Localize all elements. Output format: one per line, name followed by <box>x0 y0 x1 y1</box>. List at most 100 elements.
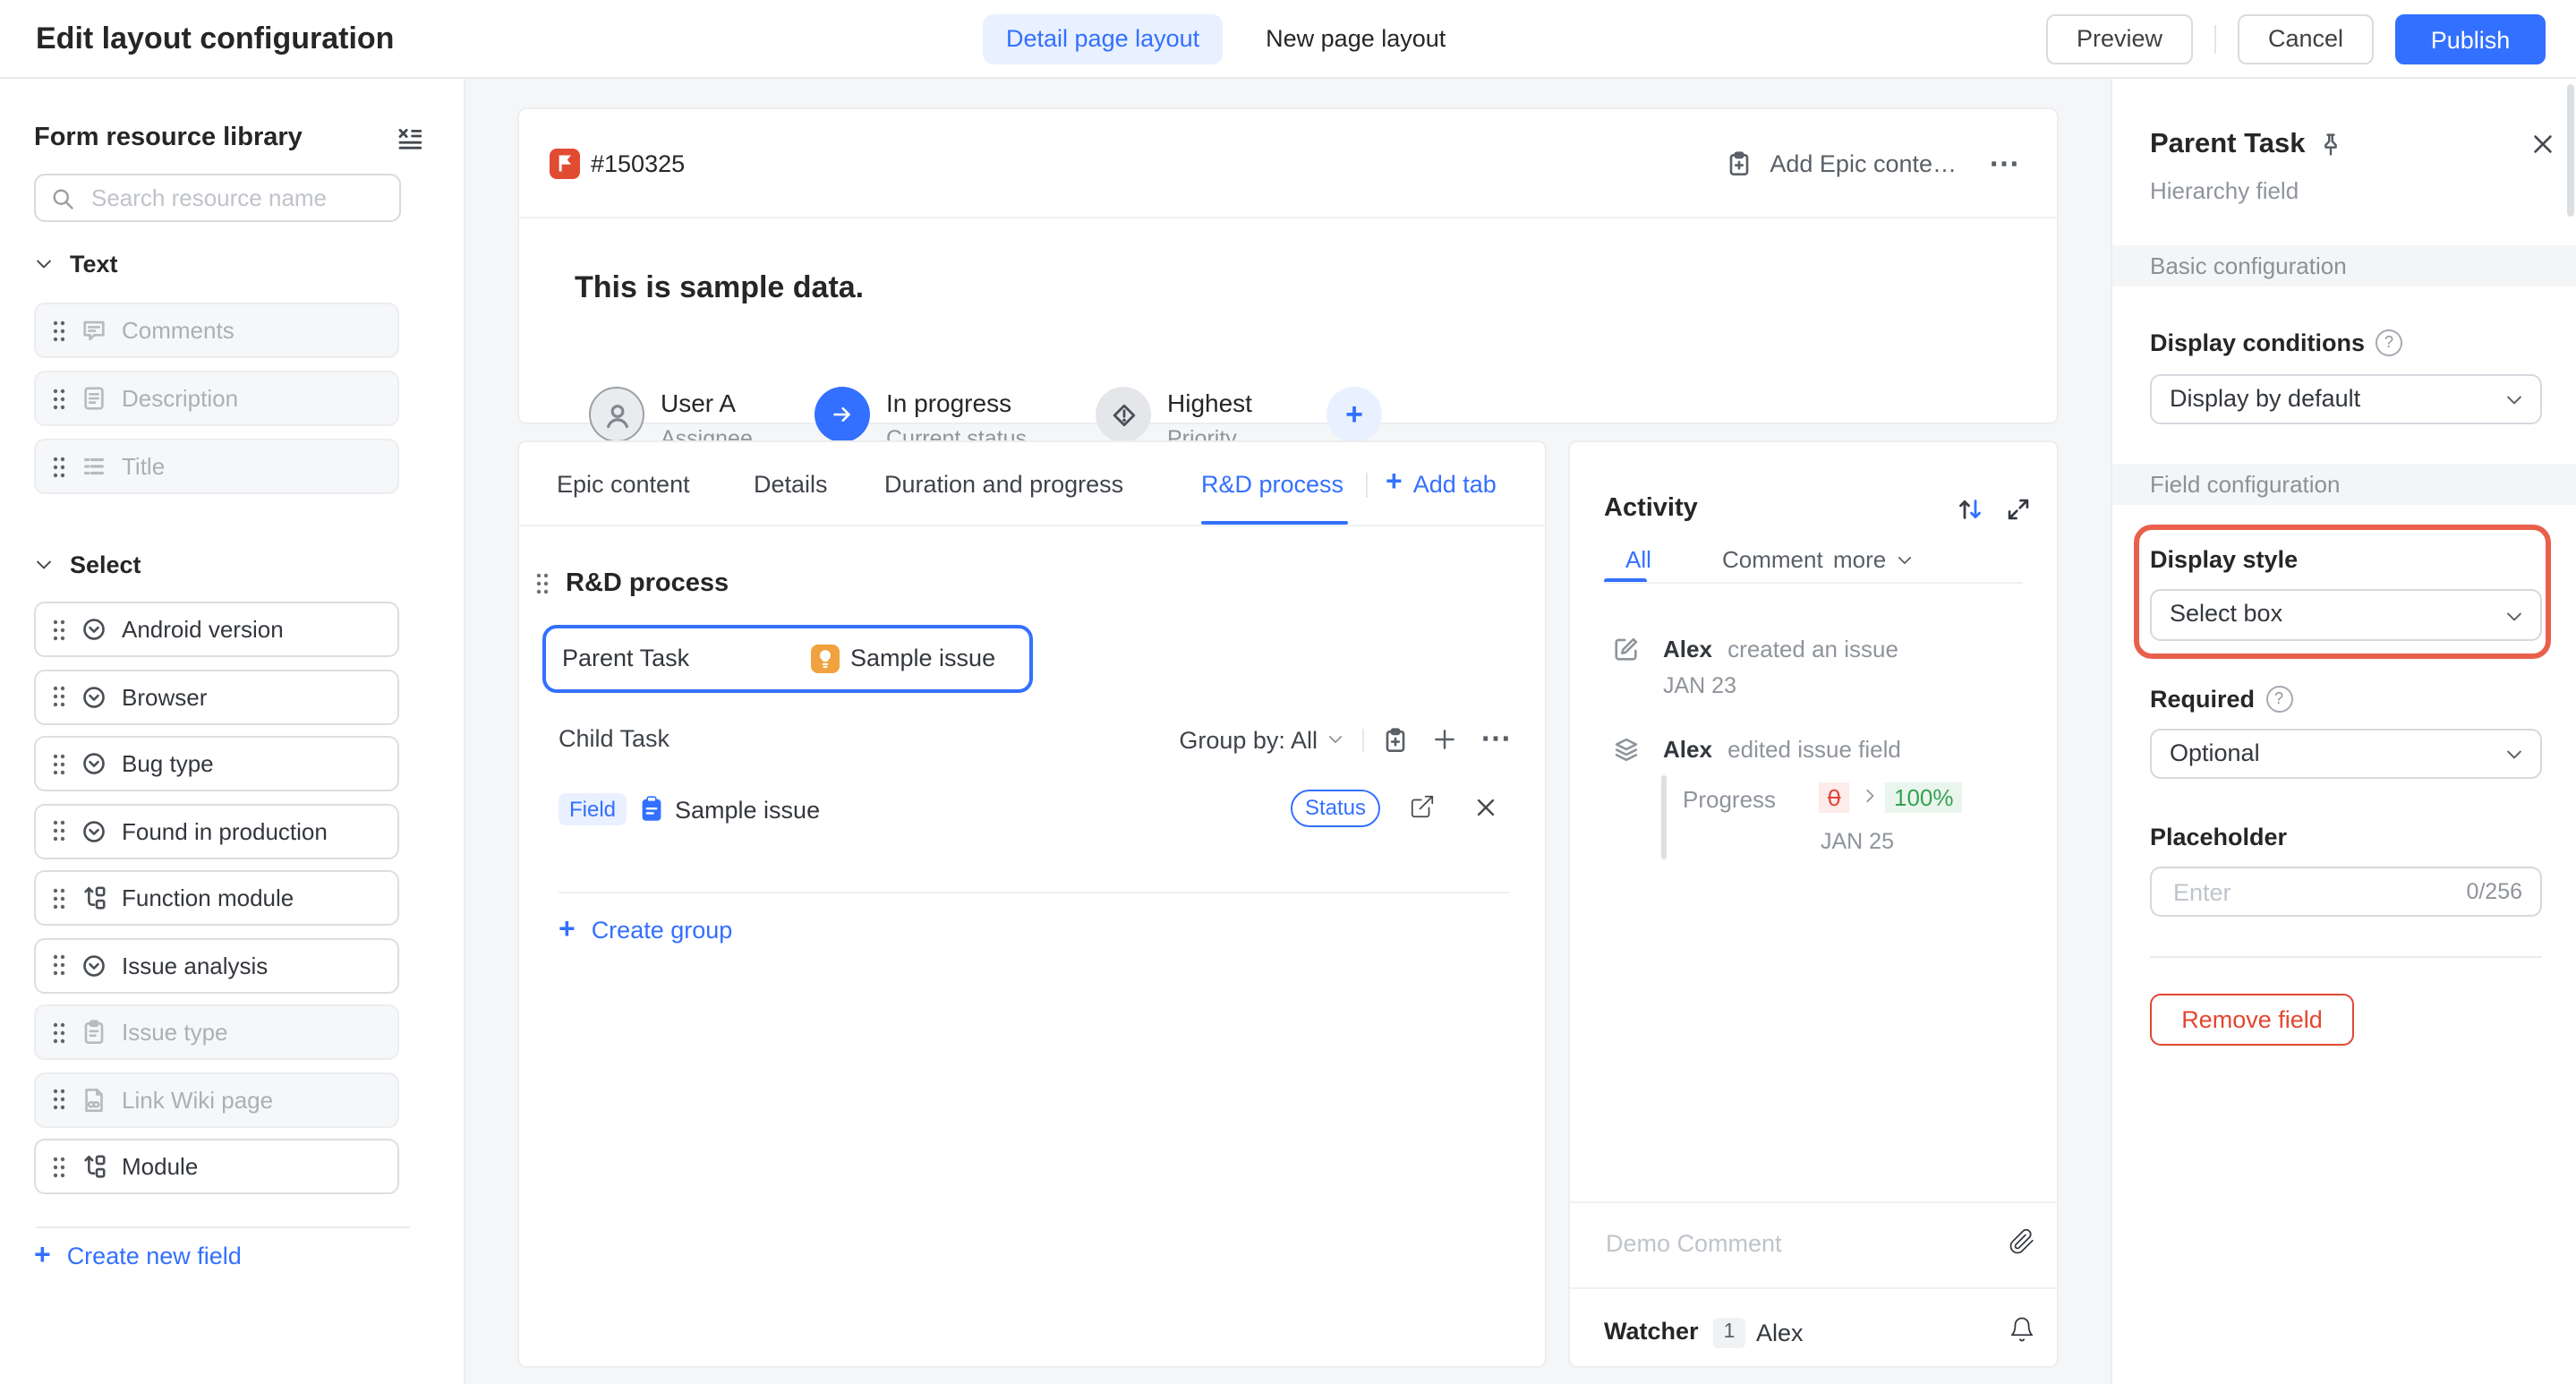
drag-handle-icon[interactable] <box>50 953 68 978</box>
more-actions-icon[interactable]: ⋯ <box>1989 146 2021 182</box>
status-tag[interactable]: Status <box>1291 790 1380 827</box>
library-field-link-wiki-page[interactable]: Link Wiki page <box>34 1072 399 1127</box>
drag-handle-icon[interactable] <box>50 885 68 910</box>
library-field-description[interactable]: Description <box>34 371 399 426</box>
library-field-title[interactable]: Title <box>34 439 399 494</box>
section-title: R&D process <box>566 569 729 598</box>
event-text: Alex created an issue <box>1663 636 1898 662</box>
drag-handle-icon[interactable] <box>50 751 68 776</box>
activity-tab-all[interactable]: All <box>1625 546 1651 573</box>
parent-task-label: Parent Task <box>562 645 690 671</box>
activity-tab-comment[interactable]: Comment <box>1722 546 1823 573</box>
open-external-icon[interactable] <box>1409 793 1436 820</box>
preview-button[interactable]: Preview <box>2046 13 2193 64</box>
issue-title: This is sample data. <box>575 270 865 304</box>
sort-order-icon[interactable] <box>1957 496 1983 523</box>
add-tab-button[interactable]: + Add tab <box>1386 467 1497 498</box>
bell-icon[interactable] <box>2009 1316 2035 1343</box>
create-new-field-link[interactable]: + Create new field <box>34 1241 242 1269</box>
status-value: In progress <box>886 389 1012 417</box>
help-icon[interactable]: ? <box>2376 329 2403 356</box>
add-icon[interactable] <box>1432 727 1457 752</box>
parent-task-field-selected[interactable]: Parent Task Sample issue <box>542 625 1033 693</box>
plus-icon: + <box>1386 467 1403 498</box>
tab-rd-process[interactable]: R&D process <box>1201 471 1343 498</box>
close-panel-icon[interactable] <box>2529 131 2556 158</box>
placeholder-input[interactable] <box>2170 876 2445 907</box>
activity-tab-more[interactable]: more <box>1833 546 1913 573</box>
library-field-comments[interactable]: Comments <box>34 303 399 358</box>
drag-handle-icon[interactable] <box>50 1020 68 1045</box>
drag-handle-icon[interactable] <box>50 318 68 343</box>
tab-new-page-layout[interactable]: New page layout <box>1266 25 1446 52</box>
select-field-icon <box>83 619 105 640</box>
drag-handle-icon[interactable] <box>50 617 68 642</box>
issue-clipboard-icon <box>637 795 666 824</box>
group-by-control[interactable]: Group by: All <box>1179 726 1318 753</box>
remove-row-icon[interactable] <box>1473 795 1498 820</box>
display-style-select[interactable]: Select box <box>2150 589 2542 641</box>
chevron-down-icon[interactable] <box>1326 730 1344 748</box>
event-detail-bar <box>1661 775 1666 859</box>
cancel-button[interactable]: Cancel <box>2238 13 2374 64</box>
group-header-text[interactable]: Text <box>34 251 118 278</box>
library-field-issue-analysis[interactable]: Issue analysis <box>34 937 399 993</box>
tab-duration-and-progress[interactable]: Duration and progress <box>884 471 1123 498</box>
field-row-value[interactable]: Sample issue <box>675 797 820 824</box>
add-from-library-icon[interactable] <box>1382 726 1409 753</box>
required-select[interactable]: Optional <box>2150 729 2542 779</box>
detail-tabs-card: Epic content Details Duration and progre… <box>517 440 1547 1368</box>
drag-handle-icon[interactable] <box>50 454 68 479</box>
placeholder-label: Placeholder <box>2150 824 2288 850</box>
tab-row-border <box>519 525 1545 526</box>
edit-event-icon <box>1613 636 1640 662</box>
create-group-link[interactable]: + Create group <box>559 915 732 944</box>
expand-icon[interactable] <box>2005 496 2032 523</box>
activity-card: Activity All Comment more Alex created a… <box>1568 440 2059 1368</box>
chevron-right-icon <box>1862 786 1880 806</box>
publish-button[interactable]: Publish <box>2395 13 2546 64</box>
priority-icon <box>1096 387 1151 442</box>
field-config-panel: Parent Task Hierarchy field Basic config… <box>2111 77 2576 1384</box>
group-header-select[interactable]: Select <box>34 551 141 578</box>
tab-detail-page-layout[interactable]: Detail page layout <box>983 13 1224 64</box>
scrollbar[interactable] <box>2567 84 2573 217</box>
drag-handle-icon[interactable] <box>533 571 551 596</box>
remove-field-button[interactable]: Remove field <box>2150 994 2354 1046</box>
tab-details[interactable]: Details <box>754 471 828 498</box>
drag-handle-icon[interactable] <box>50 818 68 843</box>
more-options-icon[interactable]: ⋯ <box>1480 722 1513 757</box>
add-field-chip[interactable]: + <box>1326 387 1382 442</box>
attachment-icon[interactable] <box>2009 1228 2035 1255</box>
help-icon[interactable]: ? <box>2265 686 2293 713</box>
library-field-bug-type[interactable]: Bug type <box>34 736 399 791</box>
library-field-browser[interactable]: Browser <box>34 669 399 724</box>
group-divider <box>559 892 1509 893</box>
add-epic-content-button[interactable]: Add Epic conte… <box>1770 150 1957 177</box>
pin-icon[interactable] <box>2317 132 2342 158</box>
watcher-label: Watcher <box>1604 1318 1699 1345</box>
library-field-function-module[interactable]: Function module <box>34 870 399 926</box>
comment-input[interactable]: Demo Comment <box>1606 1230 1782 1257</box>
event-date: JAN 25 <box>1821 829 1894 854</box>
library-field-issue-type[interactable]: Issue type <box>34 1004 399 1060</box>
tab-row-border <box>1604 582 2023 584</box>
drag-handle-icon[interactable] <box>50 1087 68 1112</box>
tab-epic-content[interactable]: Epic content <box>557 471 690 498</box>
resource-search[interactable] <box>34 174 401 222</box>
library-field-android-version[interactable]: Android version <box>34 602 399 657</box>
chevron-down-icon <box>2504 390 2524 410</box>
collapse-panel-icon[interactable] <box>396 125 424 154</box>
watcher-divider <box>1570 1287 2057 1289</box>
add-epic-content-icon <box>1729 151 1748 175</box>
display-conditions-select[interactable]: Display by default <box>2150 374 2542 424</box>
library-field-found-in-production[interactable]: Found in production <box>34 803 399 859</box>
library-field-module[interactable]: Module <box>34 1139 399 1194</box>
list-icon <box>84 457 104 475</box>
page-title: Edit layout configuration <box>36 21 395 56</box>
drag-handle-icon[interactable] <box>50 1154 68 1179</box>
drag-handle-icon[interactable] <box>50 684 68 709</box>
tab-divider <box>1366 473 1368 498</box>
drag-handle-icon[interactable] <box>50 386 68 411</box>
search-input[interactable] <box>88 183 381 213</box>
